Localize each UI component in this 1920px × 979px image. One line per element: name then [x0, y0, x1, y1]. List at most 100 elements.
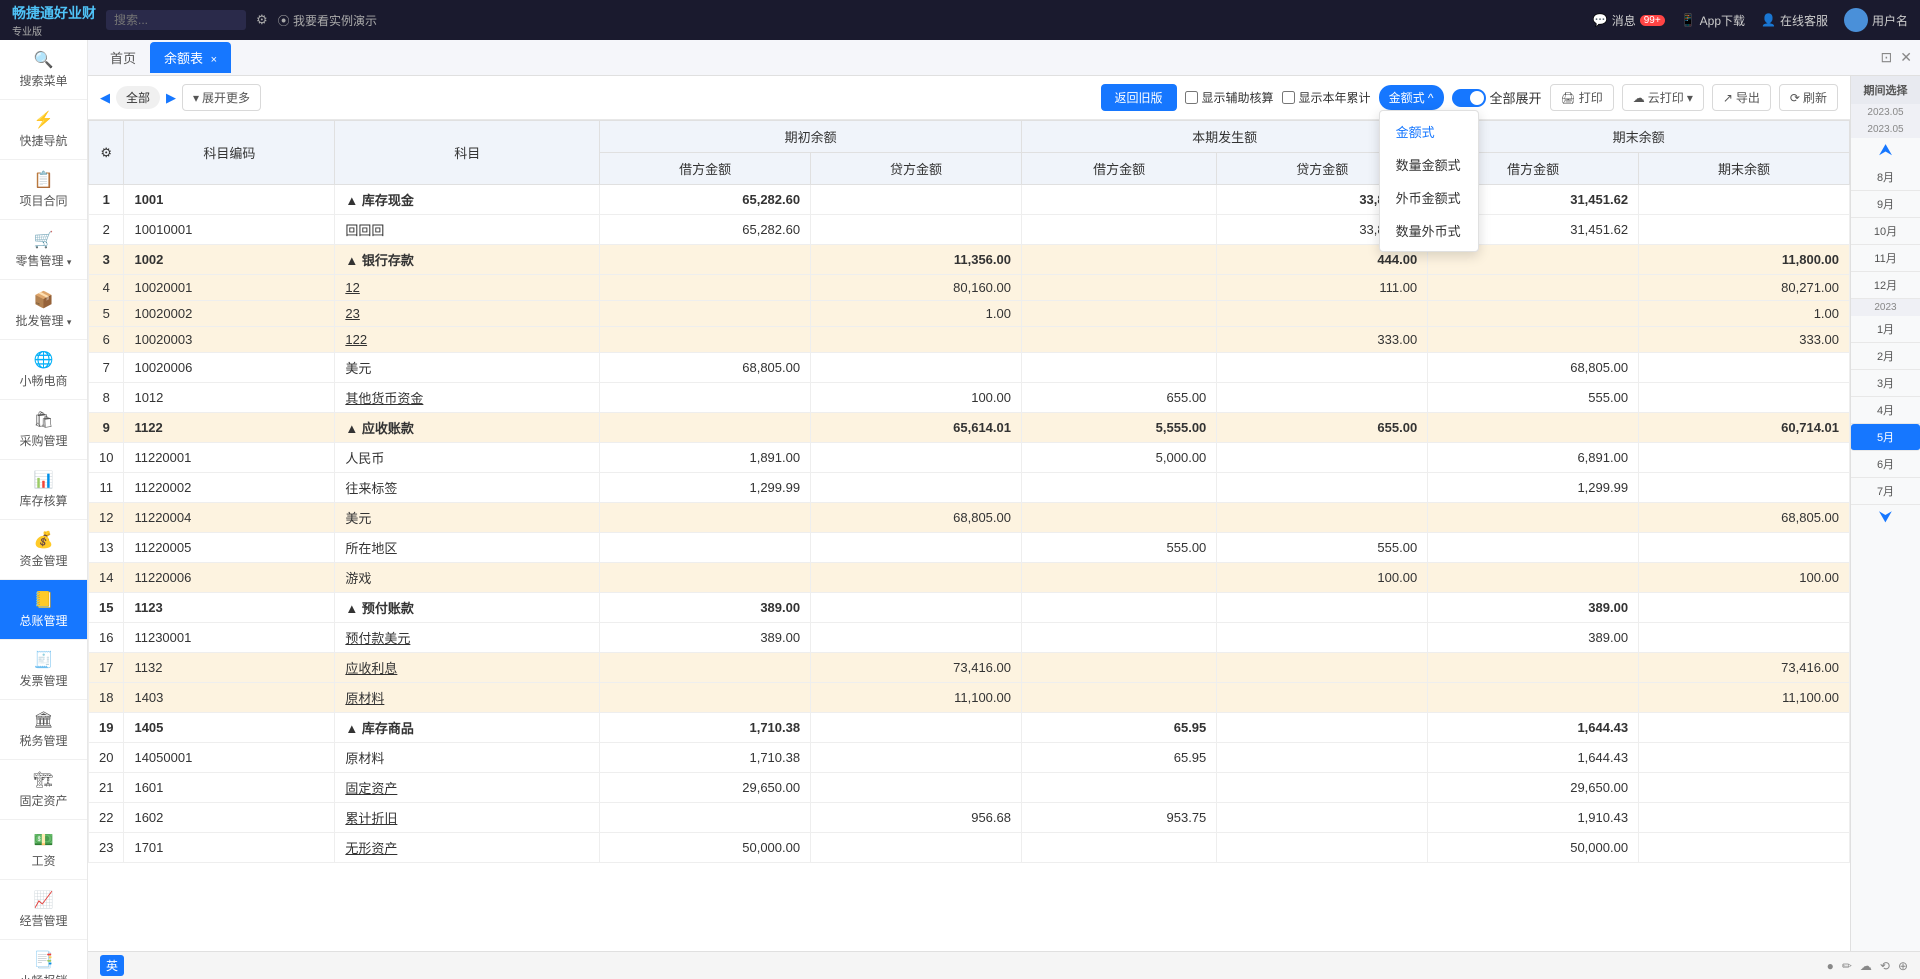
breadcrumb-area: ◀ 全部 ▶ ▾ 展开更多	[100, 84, 261, 111]
month-1[interactable]: 1月	[1851, 316, 1920, 343]
current-credit-cell	[1217, 623, 1428, 653]
message-button[interactable]: 💬 消息 99+	[1593, 12, 1665, 29]
month-9[interactable]: 9月	[1851, 191, 1920, 218]
code-cell: 1001	[124, 185, 335, 215]
aid-checkbox[interactable]	[1185, 91, 1198, 104]
return-old-button[interactable]: 返回旧版	[1101, 84, 1177, 111]
sidebar-item-expense[interactable]: 📑 小畅报销	[0, 940, 87, 979]
yearly-checkbox[interactable]	[1282, 91, 1295, 104]
month-12[interactable]: 12月	[1851, 272, 1920, 299]
wholesale-icon: 📦	[4, 290, 83, 310]
closing-credit-cell	[1639, 473, 1850, 503]
sidebar-item-assets[interactable]: 🏗 固定资产	[0, 760, 87, 820]
sidebar-item-salary[interactable]: 💵 工资	[0, 820, 87, 880]
sidebar-item-inventory[interactable]: 📊 库存核算	[0, 460, 87, 520]
user-avatar[interactable]: 用户名	[1844, 8, 1908, 32]
month-3[interactable]: 3月	[1851, 370, 1920, 397]
status-lang[interactable]: 英	[100, 955, 124, 976]
name-cell[interactable]: 原材料	[335, 683, 600, 713]
nav-back-arrow[interactable]: ◀	[100, 90, 110, 106]
status-add-icon[interactable]: ⊕	[1898, 959, 1908, 973]
opening-credit-cell: 80,160.00	[811, 275, 1022, 301]
sidebar-item-quick-nav[interactable]: ⚡ 快捷导航	[0, 100, 87, 160]
table-row: 81012其他货币资金100.00655.00555.00	[89, 383, 1850, 413]
settings-icon[interactable]: ⚙	[100, 145, 112, 160]
month-4[interactable]: 4月	[1851, 397, 1920, 424]
month-6[interactable]: 6月	[1851, 451, 1920, 478]
opening-credit-cell	[811, 773, 1022, 803]
name-cell[interactable]: 累计折旧	[335, 803, 600, 833]
app-download-button[interactable]: 📱 App下载	[1681, 12, 1745, 29]
demo-link[interactable]: ⦿ 我要看实例演示	[278, 12, 377, 29]
month-7[interactable]: 7月	[1851, 478, 1920, 505]
dropdown-item-foreign-amount[interactable]: 外币金额式	[1380, 181, 1478, 214]
expense-icon: 📑	[4, 950, 83, 970]
show-yearly-check[interactable]: 显示本年累计	[1282, 89, 1371, 106]
month-8[interactable]: 8月	[1851, 164, 1920, 191]
name-cell[interactable]: 固定资产	[335, 773, 600, 803]
nav-forward-arrow[interactable]: ▶	[166, 90, 176, 106]
seq-cell: 3	[89, 245, 124, 275]
status-cloud-icon[interactable]: ☁	[1860, 959, 1872, 973]
panel-down-arrow[interactable]: ⮟	[1851, 505, 1920, 531]
name-cell[interactable]: 12	[335, 275, 600, 301]
tab-close-button[interactable]: ×	[211, 54, 217, 66]
closing-credit-cell: 68,805.00	[1639, 503, 1850, 533]
sidebar-item-ecommerce[interactable]: 🌐 小畅电商	[0, 340, 87, 400]
amount-style-dropdown[interactable]: 金额式 ^ 金额式 数量金额式 外币金额式 数量外币式	[1379, 85, 1444, 110]
sidebar-item-search[interactable]: 🔍 搜索菜单	[0, 40, 87, 100]
dropdown-item-qty-amount[interactable]: 数量金额式	[1380, 148, 1478, 181]
sidebar-item-finance[interactable]: 💰 资金管理	[0, 520, 87, 580]
sidebar-item-purchase[interactable]: 🛍 采购管理	[0, 400, 87, 460]
closing-debit-cell: 555.00	[1428, 383, 1639, 413]
toolbar: ◀ 全部 ▶ ▾ 展开更多 返回旧版	[88, 76, 1850, 120]
month-11[interactable]: 11月	[1851, 245, 1920, 272]
tab-restore-icon[interactable]: ⊡	[1881, 49, 1893, 66]
tab-balance[interactable]: 余额表 ×	[150, 42, 231, 73]
current-credit-cell: 333.00	[1217, 327, 1428, 353]
right-panel: 期间选择 2023.05 2023.05 ⮝ 8月 9月 10月 11月 12月…	[1850, 76, 1920, 951]
show-aid-check[interactable]: 显示辅助核算	[1185, 89, 1274, 106]
sidebar-item-tax[interactable]: 🏛 税务管理	[0, 700, 87, 760]
print-button[interactable]: 🖨 打印	[1550, 84, 1614, 111]
expand-more-button[interactable]: ▾ 展开更多	[182, 84, 261, 111]
code-cell: 1403	[124, 683, 335, 713]
settings-icon[interactable]: ⚙	[256, 12, 268, 28]
sidebar-item-ledger[interactable]: 📒 总账管理	[0, 580, 87, 640]
month-5[interactable]: 5月	[1851, 424, 1920, 451]
seq-cell: 23	[89, 833, 124, 863]
panel-up-arrow[interactable]: ⮝	[1851, 138, 1920, 164]
search-input[interactable]	[106, 10, 246, 30]
breadcrumb-all: 全部	[116, 86, 160, 109]
name-cell[interactable]: 无形资产	[335, 833, 600, 863]
sidebar-item-management[interactable]: 📈 经营管理	[0, 880, 87, 940]
export-button[interactable]: ↗ 导出	[1712, 84, 1771, 111]
dropdown-item-amount[interactable]: 金额式	[1380, 115, 1478, 148]
name-cell[interactable]: 122	[335, 327, 600, 353]
cloud-print-button[interactable]: ☁ 云打印 ▾	[1622, 84, 1704, 111]
refresh-button[interactable]: ⟳ 刷新	[1779, 84, 1838, 111]
opening-credit-cell	[811, 563, 1022, 593]
name-cell[interactable]: 23	[335, 301, 600, 327]
tab-close-icon[interactable]: ✕	[1900, 49, 1912, 66]
tab-home[interactable]: 首页	[96, 42, 150, 73]
opening-credit-cell: 956.68	[811, 803, 1022, 833]
current-debit-cell	[1021, 623, 1216, 653]
amount-style-button[interactable]: 金额式 ^	[1379, 85, 1444, 110]
sidebar-item-invoice[interactable]: 🧾 发票管理	[0, 640, 87, 700]
name-cell[interactable]: 其他货币资金	[335, 383, 600, 413]
sidebar-item-retail[interactable]: 🛒 零售管理 ▾	[0, 220, 87, 280]
sidebar-item-project[interactable]: 📋 项目合同	[0, 160, 87, 220]
sidebar-item-wholesale[interactable]: 📦 批发管理 ▾	[0, 280, 87, 340]
dropdown-item-qty-foreign[interactable]: 数量外币式	[1380, 214, 1478, 247]
status-sync-icon[interactable]: ⟲	[1880, 959, 1890, 973]
name-cell[interactable]: 应收利息	[335, 653, 600, 683]
online-service-button[interactable]: 👤 在线客服	[1761, 12, 1828, 29]
month-10[interactable]: 10月	[1851, 218, 1920, 245]
seq-cell: 10	[89, 443, 124, 473]
month-2[interactable]: 2月	[1851, 343, 1920, 370]
th-settings[interactable]: ⚙	[89, 121, 124, 185]
expand-all-toggle[interactable]: 全部展开	[1452, 88, 1542, 107]
status-edit-icon[interactable]: ✏	[1842, 959, 1852, 973]
name-cell[interactable]: 预付款美元	[335, 623, 600, 653]
